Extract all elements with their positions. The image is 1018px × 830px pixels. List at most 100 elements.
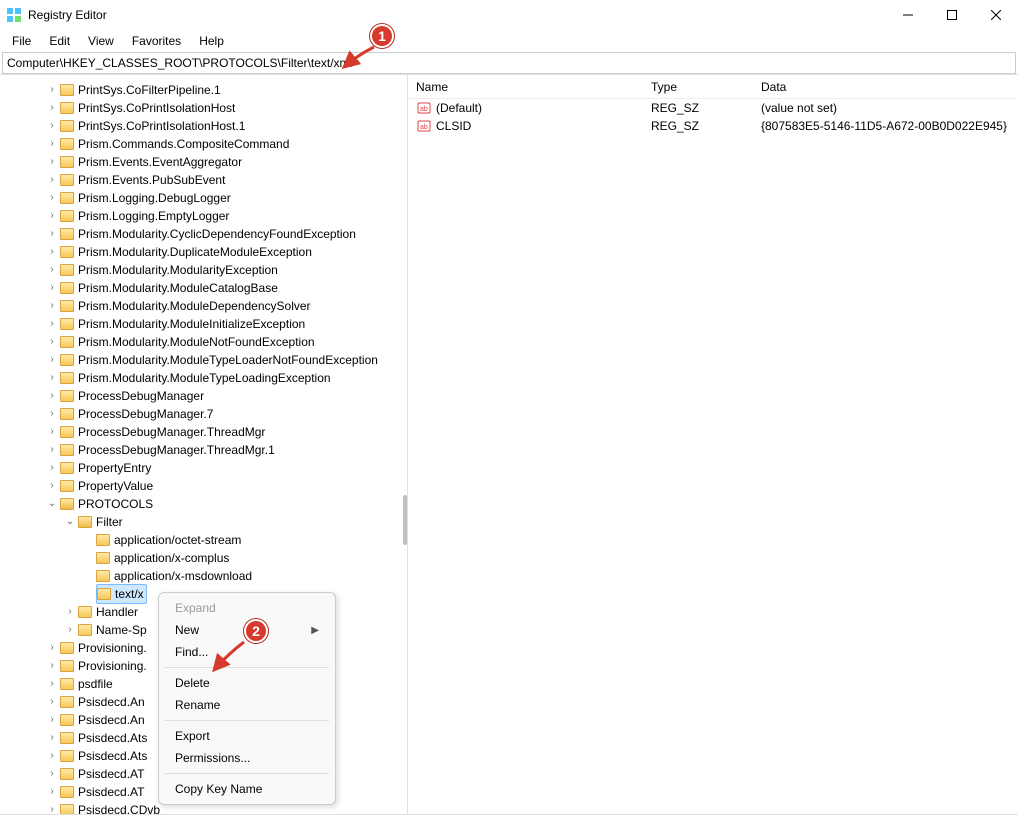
- tree-item[interactable]: › Prism.Modularity.ModuleNotFoundExceptio…: [32, 333, 407, 351]
- tree-item[interactable]: ›PropertyValue: [32, 477, 407, 495]
- chevron-right-icon[interactable]: ›: [46, 261, 58, 279]
- col-type[interactable]: Type: [651, 80, 761, 94]
- chevron-right-icon[interactable]: ›: [46, 243, 58, 261]
- maximize-button[interactable]: [930, 0, 974, 30]
- tree-item[interactable]: ›PrintSys.CoPrintIsolationHost.1: [32, 117, 407, 135]
- chevron-down-icon[interactable]: ⌄: [64, 513, 76, 531]
- folder-icon: [60, 282, 74, 294]
- tree-item[interactable]: ›Prism.Logging.DebugLogger: [32, 189, 407, 207]
- folder-icon: [60, 264, 74, 276]
- chevron-right-icon[interactable]: ›: [46, 297, 58, 315]
- chevron-right-icon[interactable]: ›: [46, 711, 58, 729]
- tree-item[interactable]: ›application/octet-stream: [32, 531, 407, 549]
- tree-item[interactable]: ›Prism.Modularity.ModuleInitializeExcept…: [32, 315, 407, 333]
- chevron-right-icon[interactable]: ›: [46, 639, 58, 657]
- chevron-right-icon[interactable]: ›: [46, 423, 58, 441]
- tree-item-label: Prism.Modularity.ModuleNotFoundException: [78, 333, 315, 351]
- address-bar[interactable]: Computer\HKEY_CLASSES_ROOT\PROTOCOLS\Fil…: [2, 52, 1016, 74]
- chevron-right-icon[interactable]: ›: [46, 477, 58, 495]
- chevron-right-icon[interactable]: ›: [46, 783, 58, 801]
- chevron-right-icon[interactable]: ›: [46, 279, 58, 297]
- col-name[interactable]: Name: [416, 80, 651, 94]
- svg-text:ab: ab: [420, 106, 428, 113]
- chevron-down-icon[interactable]: ⌄: [46, 495, 58, 513]
- folder-icon: [60, 156, 74, 168]
- tree-item-label: Psisdecd.AT: [78, 783, 144, 801]
- tree-item[interactable]: › Prism.Modularity.CyclicDependencyFoundE…: [32, 225, 407, 243]
- tree-item[interactable]: ›ProcessDebugManager.ThreadMgr: [32, 423, 407, 441]
- folder-icon: [60, 678, 74, 690]
- col-data[interactable]: Data: [761, 80, 1018, 94]
- minimize-button[interactable]: [886, 0, 930, 30]
- chevron-right-icon[interactable]: ›: [46, 207, 58, 225]
- tree-item[interactable]: ›Prism.Logging.EmptyLogger: [32, 207, 407, 225]
- tree-item[interactable]: ›ProcessDebugManager.7: [32, 405, 407, 423]
- chevron-right-icon[interactable]: ›: [46, 441, 58, 459]
- chevron-right-icon[interactable]: ›: [64, 603, 76, 621]
- tree-item[interactable]: ›Prism.Events.PubSubEvent: [32, 171, 407, 189]
- tree-item[interactable]: ›Prism.Commands.CompositeCommand: [32, 135, 407, 153]
- address-path: Computer\HKEY_CLASSES_ROOT\PROTOCOLS\Fil…: [7, 56, 352, 70]
- chevron-right-icon[interactable]: ›: [46, 693, 58, 711]
- chevron-right-icon: ▶: [311, 625, 319, 636]
- chevron-right-icon[interactable]: ›: [46, 171, 58, 189]
- tree-item[interactable]: ›PrintSys.CoPrintIsolationHost: [32, 99, 407, 117]
- value-row[interactable]: ab(Default)REG_SZ(value not set): [408, 99, 1018, 117]
- tree-item-selected[interactable]: text/x: [96, 584, 147, 604]
- chevron-right-icon[interactable]: ›: [46, 117, 58, 135]
- tree-item-label: Prism.Modularity.CyclicDependencyFoundEx…: [78, 225, 356, 243]
- tree-item[interactable]: ›Prism.Modularity.ModuleTypeLoadingExcep…: [32, 369, 407, 387]
- tree-item[interactable]: ›application/x-msdownload: [32, 567, 407, 585]
- chevron-right-icon[interactable]: ›: [46, 369, 58, 387]
- ctx-rename[interactable]: Rename: [159, 694, 335, 716]
- chevron-right-icon[interactable]: ›: [46, 99, 58, 117]
- chevron-right-icon[interactable]: ›: [46, 675, 58, 693]
- chevron-right-icon[interactable]: ›: [46, 747, 58, 765]
- tree-item[interactable]: ›PropertyEntry: [32, 459, 407, 477]
- tree-item[interactable]: ›PrintSys.CoFilterPipeline.1: [32, 81, 407, 99]
- title-bar: Registry Editor: [0, 0, 1018, 30]
- chevron-right-icon[interactable]: ›: [46, 387, 58, 405]
- chevron-right-icon[interactable]: ›: [46, 135, 58, 153]
- tree-item[interactable]: ›application/x-complus: [32, 549, 407, 567]
- chevron-right-icon[interactable]: ›: [46, 657, 58, 675]
- menu-view[interactable]: View: [80, 32, 122, 50]
- tree-item-label: Provisioning.: [78, 657, 147, 675]
- tree-item[interactable]: ›Prism.Modularity.ModuleDependencySolver: [32, 297, 407, 315]
- menu-file[interactable]: File: [4, 32, 39, 50]
- ctx-copy-key-name[interactable]: Copy Key Name: [159, 778, 335, 800]
- chevron-right-icon[interactable]: ›: [46, 405, 58, 423]
- tree-item[interactable]: ›Prism.Events.EventAggregator: [32, 153, 407, 171]
- chevron-right-icon[interactable]: ›: [46, 315, 58, 333]
- annotation-1-badge: 1: [370, 24, 394, 48]
- value-row[interactable]: abCLSIDREG_SZ{807583E5-5146-11D5-A672-00…: [408, 117, 1018, 135]
- chevron-right-icon[interactable]: ›: [46, 351, 58, 369]
- chevron-right-icon[interactable]: ›: [46, 81, 58, 99]
- folder-icon: [60, 372, 74, 384]
- chevron-right-icon[interactable]: ›: [46, 153, 58, 171]
- chevron-right-icon[interactable]: ›: [46, 333, 58, 351]
- tree-item[interactable]: ›ProcessDebugManager: [32, 387, 407, 405]
- tree-item[interactable]: ›Prism.Modularity.DuplicateModuleExcepti…: [32, 243, 407, 261]
- tree-item[interactable]: ›Prism.Modularity.ModuleTypeLoaderNotFou…: [32, 351, 407, 369]
- tree-item[interactable]: ›Prism.Modularity.ModuleCatalogBase: [32, 279, 407, 297]
- menu-help[interactable]: Help: [191, 32, 232, 50]
- tree-item-label: text/x: [115, 585, 144, 603]
- chevron-right-icon[interactable]: ›: [64, 621, 76, 639]
- chevron-right-icon[interactable]: ›: [46, 225, 58, 243]
- tree-item[interactable]: ⌄PROTOCOLS: [32, 495, 407, 513]
- tree-item[interactable]: ›Prism.Modularity.ModularityException: [32, 261, 407, 279]
- splitter-handle[interactable]: [403, 495, 407, 545]
- menu-favorites[interactable]: Favorites: [124, 32, 189, 50]
- chevron-right-icon[interactable]: ›: [46, 729, 58, 747]
- close-button[interactable]: [974, 0, 1018, 30]
- column-headers[interactable]: Name Type Data: [408, 75, 1018, 99]
- ctx-permissions[interactable]: Permissions...: [159, 747, 335, 769]
- chevron-right-icon[interactable]: ›: [46, 189, 58, 207]
- ctx-export[interactable]: Export: [159, 725, 335, 747]
- menu-edit[interactable]: Edit: [41, 32, 78, 50]
- chevron-right-icon[interactable]: ›: [46, 765, 58, 783]
- tree-item[interactable]: ›ProcessDebugManager.ThreadMgr.1: [32, 441, 407, 459]
- chevron-right-icon[interactable]: ›: [46, 459, 58, 477]
- tree-item[interactable]: ⌄Filter: [32, 513, 407, 531]
